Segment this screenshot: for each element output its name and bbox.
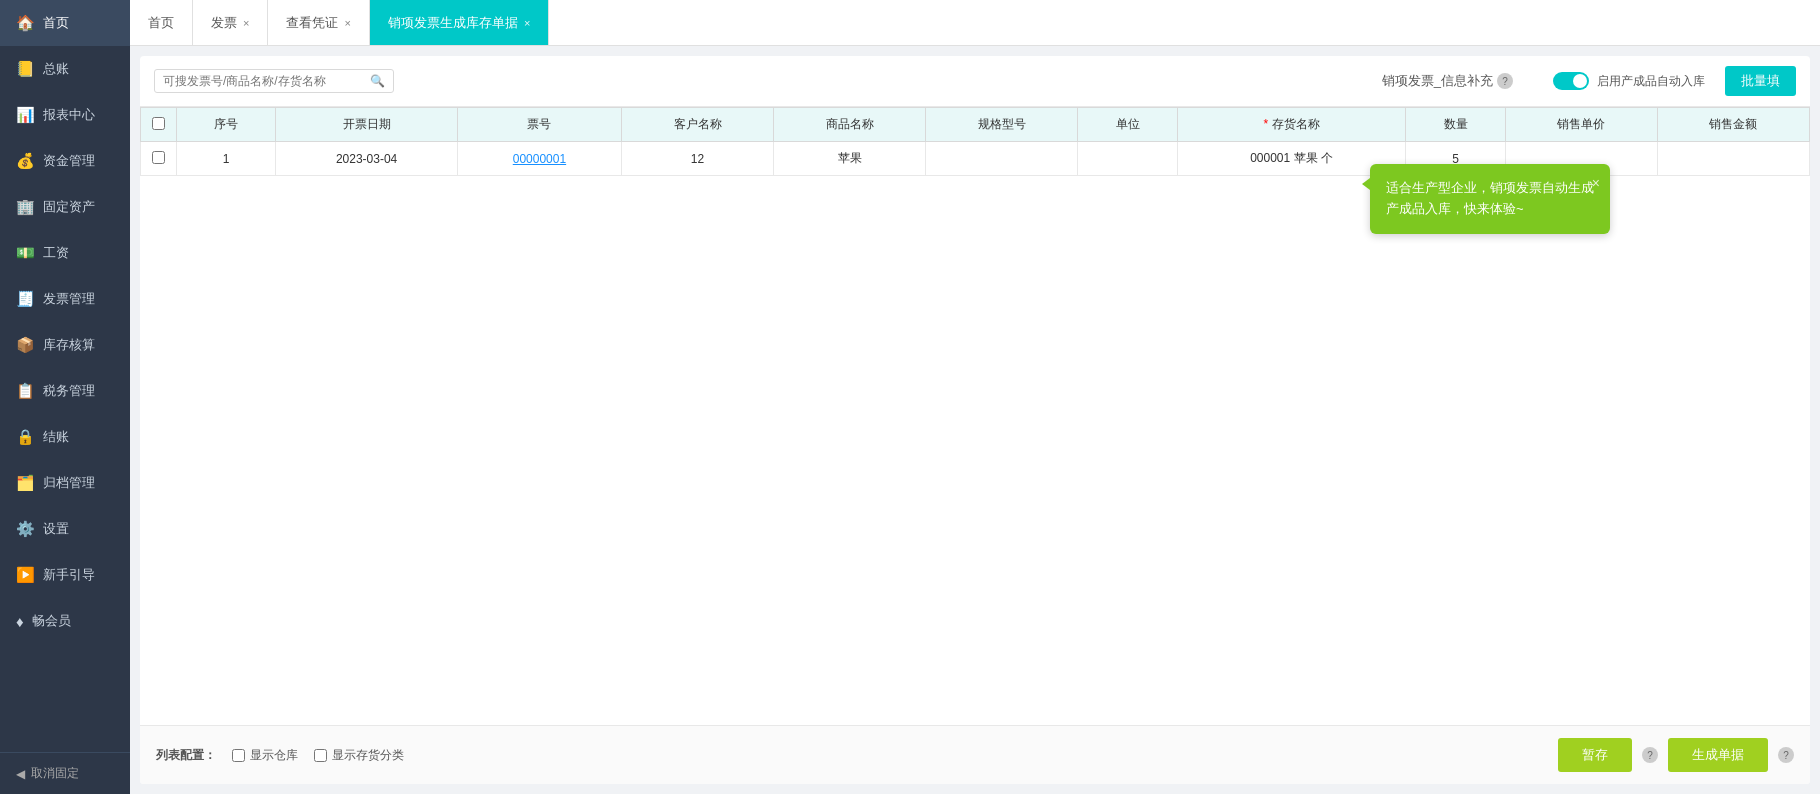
ledger-icon: 📒 (16, 60, 35, 78)
save-button[interactable]: 暂存 (1558, 738, 1632, 772)
tab-view-voucher[interactable]: 查看凭证 × (268, 0, 369, 45)
td-date: 2023-03-04 (276, 142, 458, 176)
td-unit (1078, 142, 1177, 176)
tab-home[interactable]: 首页 (130, 0, 193, 45)
td-customer: 12 (621, 142, 773, 176)
info-label: 销项发票_信息补充 ? (1382, 72, 1513, 90)
tab-invoice-close[interactable]: × (243, 17, 249, 29)
sidebar-item-invoice[interactable]: 🧾 发票管理 (0, 276, 130, 322)
tab-create-inventory[interactable]: 销项发票生成库存单据 × (370, 0, 549, 45)
toolbar: 🔍 销项发票_信息补充 ? 启用产成品自动入库 批量填 (140, 56, 1810, 107)
batch-fill-button[interactable]: 批量填 (1725, 66, 1796, 96)
sidebar-item-report[interactable]: 📊 报表中心 (0, 92, 130, 138)
th-product: 商品名称 (774, 108, 926, 142)
row-checkbox[interactable] (152, 151, 165, 164)
report-icon: 📊 (16, 106, 35, 124)
sidebar: 🏠 首页 📒 总账 📊 报表中心 💰 资金管理 🏢 固定资产 💵 工资 🧾 发票… (0, 0, 130, 794)
content-area: 🔍 销项发票_信息补充 ? 启用产成品自动入库 批量填 序 (140, 56, 1810, 784)
tab-view-voucher-close[interactable]: × (344, 17, 350, 29)
sidebar-item-inventory[interactable]: 📦 库存核算 (0, 322, 130, 368)
info-help-icon[interactable]: ? (1497, 73, 1513, 89)
tab-create-inventory-close[interactable]: × (524, 17, 530, 29)
th-seq: 序号 (177, 108, 276, 142)
tab-invoice[interactable]: 发票 × (193, 0, 268, 45)
tooltip-close-button[interactable]: × (1592, 172, 1600, 194)
tab-bar: 首页 发票 × 查看凭证 × 销项发票生成库存单据 × (130, 0, 1820, 46)
search-box[interactable]: 🔍 (154, 69, 394, 93)
show-warehouse-checkbox[interactable] (232, 749, 245, 762)
td-amount (1657, 142, 1809, 176)
th-quantity: 数量 (1406, 108, 1505, 142)
show-warehouse-item: 显示仓库 (232, 747, 298, 764)
search-input[interactable] (163, 74, 364, 88)
tax-icon: 📋 (16, 382, 35, 400)
closing-icon: 🔒 (16, 428, 35, 446)
guide-icon: ▶️ (16, 566, 35, 584)
sidebar-item-settings[interactable]: ⚙️ 设置 (0, 506, 130, 552)
unfix-icon: ◀ (16, 767, 25, 781)
th-unit: 单位 (1078, 108, 1177, 142)
td-product: 苹果 (774, 142, 926, 176)
home-icon: 🏠 (16, 14, 35, 32)
td-ticket: 00000001 (457, 142, 621, 176)
td-check (141, 142, 177, 176)
vip-icon: ♦ (16, 613, 24, 630)
th-ticket: 票号 (457, 108, 621, 142)
sidebar-item-fund[interactable]: 💰 资金管理 (0, 138, 130, 184)
table-header-row: 序号 开票日期 票号 客户名称 商品名称 规格型号 单位 存货名称 数量 销售单… (141, 108, 1810, 142)
auto-inbound-toggle[interactable] (1553, 72, 1589, 90)
fund-icon: 💰 (16, 152, 35, 170)
sidebar-item-guide[interactable]: ▶️ 新手引导 (0, 552, 130, 598)
sidebar-item-ledger[interactable]: 📒 总账 (0, 46, 130, 92)
th-amount: 销售金额 (1657, 108, 1809, 142)
assets-icon: 🏢 (16, 198, 35, 216)
sidebar-item-tax[interactable]: 📋 税务管理 (0, 368, 130, 414)
generate-button[interactable]: 生成单据 (1668, 738, 1768, 772)
th-inventory: 存货名称 (1177, 108, 1406, 142)
sidebar-item-archive[interactable]: 🗂️ 归档管理 (0, 460, 130, 506)
invoice-icon: 🧾 (16, 290, 35, 308)
search-icon: 🔍 (370, 74, 385, 88)
th-spec: 规格型号 (926, 108, 1078, 142)
th-price: 销售单价 (1505, 108, 1657, 142)
bottom-actions: 暂存 ? 生成单据 ? (1558, 738, 1794, 772)
sidebar-item-assets[interactable]: 🏢 固定资产 (0, 184, 130, 230)
bottom-bar: 列表配置： 显示仓库 显示存货分类 暂存 ? 生成单据 ? (140, 725, 1810, 784)
sidebar-item-home[interactable]: 🏠 首页 (0, 0, 130, 46)
sidebar-item-vip[interactable]: ♦ 畅会员 (0, 598, 130, 644)
settings-icon: ⚙️ (16, 520, 35, 538)
inventory-icon: 📦 (16, 336, 35, 354)
save-help-icon[interactable]: ? (1642, 747, 1658, 763)
toggle-area: 启用产成品自动入库 (1553, 72, 1705, 90)
td-spec (926, 142, 1078, 176)
payroll-icon: 💵 (16, 244, 35, 262)
show-category-item: 显示存货分类 (314, 747, 404, 764)
tooltip-popup: × 适合生产型企业，销项发票自动生成产成品入库，快来体验~ (1370, 164, 1610, 234)
archive-icon: 🗂️ (16, 474, 35, 492)
th-customer: 客户名称 (621, 108, 773, 142)
td-seq: 1 (177, 142, 276, 176)
ticket-link[interactable]: 00000001 (513, 152, 566, 166)
unfix-sidebar[interactable]: ◀ 取消固定 (0, 752, 130, 794)
gen-help-icon[interactable]: ? (1778, 747, 1794, 763)
th-check (141, 108, 177, 142)
sidebar-item-payroll[interactable]: 💵 工资 (0, 230, 130, 276)
show-category-checkbox[interactable] (314, 749, 327, 762)
sidebar-item-closing[interactable]: 🔒 结账 (0, 414, 130, 460)
select-all-checkbox[interactable] (152, 117, 165, 130)
th-date: 开票日期 (276, 108, 458, 142)
main-area: 首页 发票 × 查看凭证 × 销项发票生成库存单据 × 🔍 销项发票_信息补充 … (130, 0, 1820, 794)
